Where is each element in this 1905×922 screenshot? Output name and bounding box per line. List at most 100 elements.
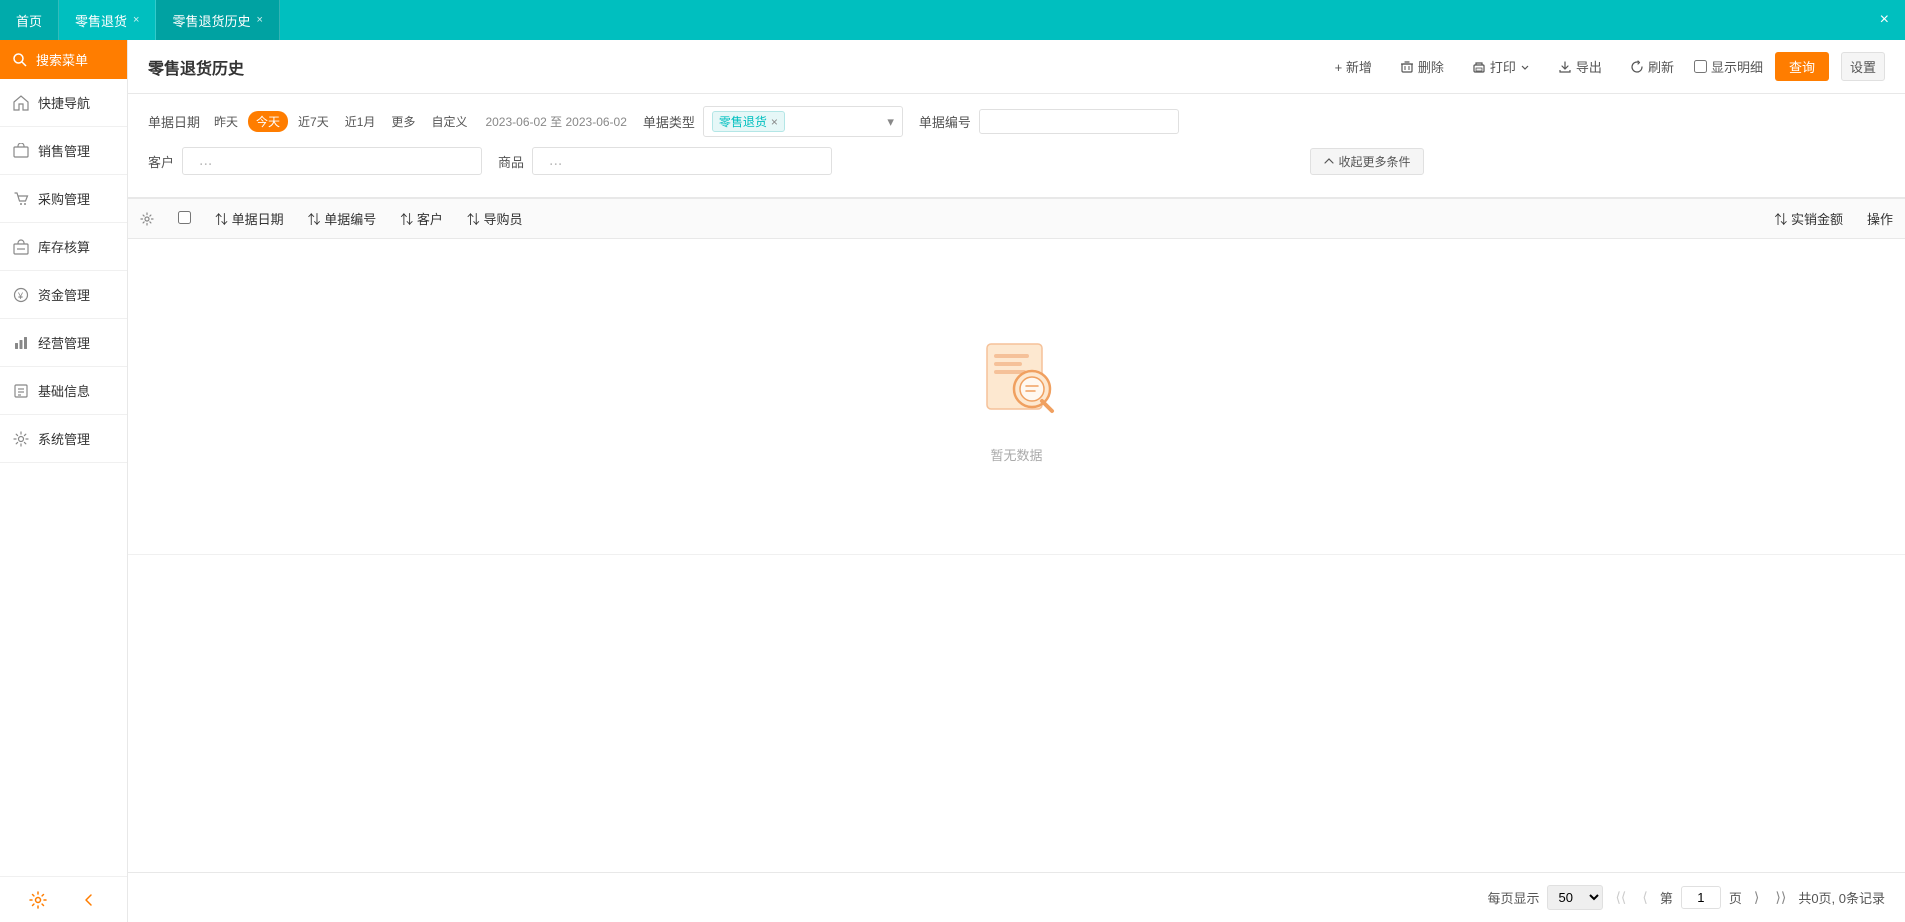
sidebar-item-label: 经营管理: [38, 333, 90, 352]
tab-retail-return-close[interactable]: ×: [133, 14, 139, 26]
prev-page-btn[interactable]: ⟨: [1638, 887, 1651, 908]
page-label: 第: [1660, 888, 1673, 907]
customer-select[interactable]: ...: [182, 147, 482, 175]
sidebar-item-quick-nav[interactable]: 快捷导航: [0, 79, 127, 127]
col-date[interactable]: ⇅ 单据日期: [203, 199, 296, 239]
date-range-display: 2023-06-02 至 2023-06-02: [485, 113, 626, 130]
empty-state: 暂无数据: [140, 249, 1893, 544]
col-action: 操作: [1855, 199, 1905, 239]
tab-retail-return-history-label: 零售退货历史: [172, 11, 250, 30]
type-tag: 零售退货 ×: [712, 111, 785, 132]
sidebar-item-inventory[interactable]: 库存核算: [0, 223, 127, 271]
add-button[interactable]: + 新增: [1327, 53, 1380, 80]
sales-icon: [12, 142, 30, 160]
sidebar-item-label: 资金管理: [38, 285, 90, 304]
sidebar-item-label: 快捷导航: [38, 93, 90, 112]
sidebar-item-sales-mgmt[interactable]: 销售管理: [0, 127, 127, 175]
tab-retail-return-history[interactable]: 零售退货历史 ×: [156, 0, 279, 40]
tab-retail-return-history-close[interactable]: ×: [256, 14, 262, 26]
page-input[interactable]: [1681, 886, 1721, 909]
settings-label: 设置: [1850, 57, 1876, 76]
inventory-icon: [12, 238, 30, 256]
page-title: 零售退货历史: [148, 55, 244, 91]
tab-bar: 首页 零售退货 × 零售退货历史 ×: [0, 0, 1880, 40]
date-custom-btn[interactable]: 自定义: [425, 111, 473, 132]
delete-label: 删除: [1418, 57, 1444, 76]
goods-select[interactable]: ...: [532, 147, 832, 175]
sidebar-item-label: 采购管理: [38, 189, 90, 208]
show-detail-checkbox[interactable]: 显示明细: [1694, 57, 1763, 76]
goods-dots: ...: [541, 152, 570, 170]
export-button[interactable]: 导出: [1550, 53, 1610, 80]
select-all-checkbox[interactable]: [178, 211, 191, 224]
type-tag-remove[interactable]: ×: [771, 115, 778, 129]
sidebar-item-system[interactable]: 系统管理: [0, 415, 127, 463]
first-page-btn[interactable]: ⟨⟨: [1611, 887, 1630, 908]
sidebar-search[interactable]: 搜索菜单: [0, 40, 127, 79]
main-layout: 搜索菜单 快捷导航 销售管理 采购管理 库存核算: [0, 40, 1905, 922]
sidebar-settings-btn[interactable]: [29, 889, 47, 910]
date-yesterday-btn[interactable]: 昨天: [208, 111, 244, 132]
page-unit: 页: [1729, 888, 1742, 907]
delete-button[interactable]: 删除: [1392, 53, 1452, 80]
sidebar-item-business[interactable]: 经营管理: [0, 319, 127, 367]
type-filter: 单据类型 零售退货 × ▾: [643, 106, 903, 137]
query-label: 查询: [1789, 57, 1815, 76]
finance-icon: ¥: [12, 286, 30, 304]
sidebar-collapse-btn[interactable]: [80, 889, 98, 910]
goods-filter-label: 商品: [498, 152, 524, 171]
print-button[interactable]: 打印: [1464, 53, 1538, 80]
tab-retail-return[interactable]: 零售退货 ×: [59, 0, 156, 40]
export-label: 导出: [1576, 57, 1602, 76]
sidebar-item-label: 系统管理: [38, 429, 90, 448]
col-customer[interactable]: ⇅ 客户: [388, 199, 455, 239]
business-icon: [12, 334, 30, 352]
collapse-btn[interactable]: 收起更多条件: [1310, 148, 1424, 175]
tab-retail-return-label: 零售退货: [75, 11, 127, 30]
search-icon: [12, 52, 28, 68]
sidebar-item-purchase-mgmt[interactable]: 采购管理: [0, 175, 127, 223]
collapse-label: 收起更多条件: [1339, 153, 1411, 170]
empty-illustration: [967, 329, 1067, 429]
per-page-select[interactable]: 50 10 20 100: [1547, 885, 1603, 910]
print-dropdown-icon: [1520, 62, 1530, 72]
col-number[interactable]: ⇅ 单据编号: [296, 199, 389, 239]
page-actions: + 新增 删除 打印 导出 刷新: [1327, 52, 1885, 93]
date-today-btn[interactable]: 今天: [248, 111, 288, 132]
date-1month-btn[interactable]: 近1月: [339, 111, 382, 132]
number-input[interactable]: [979, 109, 1179, 134]
settings-button[interactable]: 设置: [1841, 52, 1885, 81]
sidebar-item-finance[interactable]: ¥ 资金管理: [0, 271, 127, 319]
show-detail-input[interactable]: [1694, 60, 1707, 73]
page-header: 零售退货历史 + 新增 删除 打印 导出: [128, 40, 1905, 94]
tab-home[interactable]: 首页: [0, 0, 59, 40]
last-page-btn[interactable]: ⟩⟩: [1771, 887, 1790, 908]
col-checkbox[interactable]: [166, 199, 203, 239]
col-action-label: 操作: [1867, 212, 1893, 227]
date-more-btn[interactable]: 更多: [385, 111, 421, 132]
refresh-button[interactable]: 刷新: [1622, 53, 1682, 80]
col-date-label: ⇅ 单据日期: [215, 212, 284, 227]
filter-row-2: 客户 ... 商品 ... 收起更多条件: [148, 147, 1885, 175]
sidebar-item-basic-info[interactable]: 基础信息: [0, 367, 127, 415]
empty-state-cell: 暂无数据: [128, 239, 1905, 555]
next-page-btn[interactable]: ⟩: [1750, 887, 1763, 908]
col-amount[interactable]: ⇅ 实销金额: [1762, 199, 1855, 239]
col-guide[interactable]: ⇅ 导购员: [455, 199, 535, 239]
date-shortcuts: 昨天 今天 近7天 近1月 更多 自定义: [208, 111, 473, 132]
col-settings[interactable]: [128, 199, 166, 239]
content-area: 零售退货历史 + 新增 删除 打印 导出: [128, 40, 1905, 922]
table-area: ⇅ 单据日期 ⇅ 单据编号 ⇅ 客户 ⇅ 导购员 ⇅: [128, 198, 1905, 872]
query-button[interactable]: 查询: [1775, 52, 1829, 81]
date-7days-btn[interactable]: 近7天: [292, 111, 335, 132]
col-amount-label: ⇅ 实销金额: [1774, 212, 1843, 227]
col-guide-label: ⇅ 导购员: [467, 212, 523, 227]
collapse-icon: [1323, 155, 1335, 167]
type-select[interactable]: 零售退货 × ▾: [703, 106, 903, 137]
col-number-label: ⇅ 单据编号: [308, 212, 377, 227]
sidebar-search-label: 搜索菜单: [36, 50, 88, 69]
window-close-btn[interactable]: ×: [1880, 11, 1905, 29]
customer-filter-label: 客户: [148, 152, 174, 171]
sidebar: 搜索菜单 快捷导航 销售管理 采购管理 库存核算: [0, 40, 128, 922]
show-detail-label: 显示明细: [1711, 57, 1763, 76]
